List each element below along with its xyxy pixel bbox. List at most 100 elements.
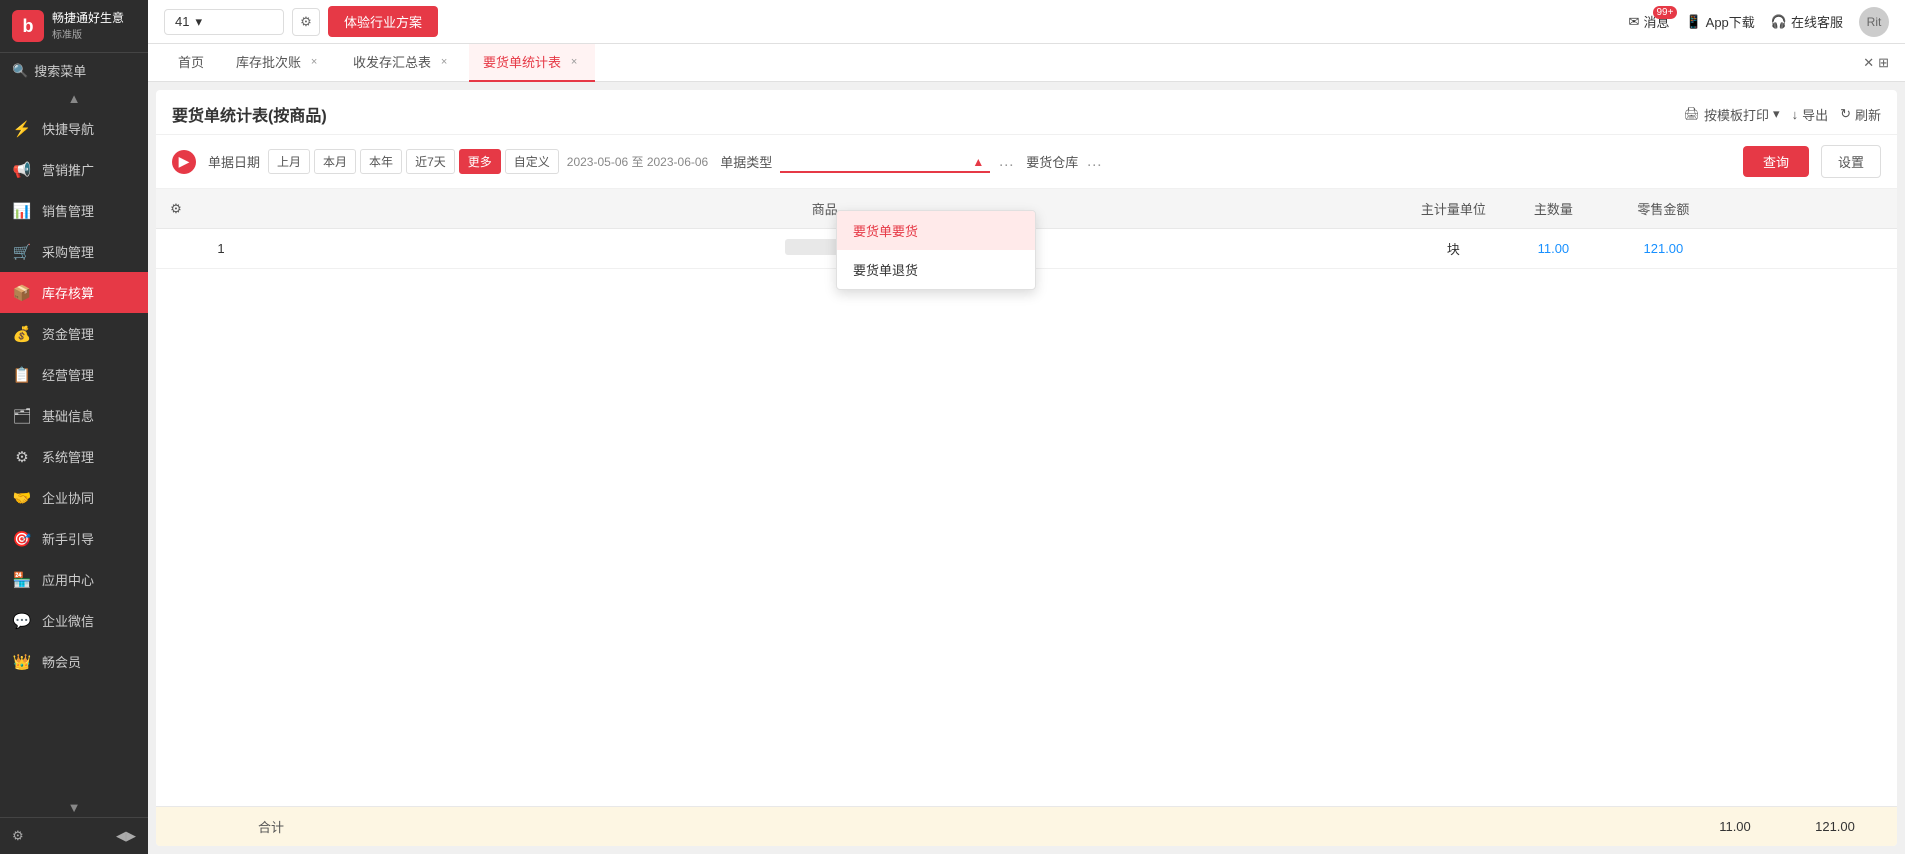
refresh-button[interactable]: ↻ 刷新 — [1840, 105, 1881, 124]
qty-link[interactable]: 11.00 — [1538, 241, 1570, 256]
date-btn-this-month[interactable]: 本月 — [314, 149, 356, 174]
menu-label-base: 基础信息 — [42, 406, 94, 425]
tab-collect-summary[interactable]: 收发存汇总表 × — [339, 44, 465, 82]
menu-icon-base: 🗂 — [12, 407, 32, 425]
table-settings-icon[interactable]: ⚙ — [170, 201, 182, 216]
print-dropdown-icon: ▾ — [1773, 106, 1780, 122]
col-settings-header: ⚙ — [156, 189, 196, 229]
avatar[interactable]: Rit — [1859, 7, 1889, 37]
tab-close-inventory-batch[interactable]: × — [307, 55, 321, 69]
menu-icon-marketing: 📢 — [12, 161, 32, 179]
collapse-icon[interactable]: ◀▶ — [116, 828, 136, 844]
sidebar-scroll-up[interactable]: ▲ — [0, 88, 148, 108]
menu-icon-system: ⚙ — [12, 448, 32, 466]
tab-home[interactable]: 首页 — [164, 44, 218, 82]
store-number: 41 — [175, 14, 189, 29]
menu-icon-enterprise: 🤝 — [12, 489, 32, 507]
footer-total-label: 合计 — [258, 817, 324, 836]
menu-icon-appstore: 🏪 — [12, 571, 32, 589]
date-btn-custom[interactable]: 自定义 — [505, 149, 559, 174]
tab-order-stat[interactable]: 要货单统计表 × — [469, 44, 595, 82]
tab-label-collect-summary: 收发存汇总表 — [353, 52, 431, 71]
sidebar-item-guide[interactable]: 🎯新手引导 — [0, 518, 148, 559]
message-icon: ✉ — [1629, 14, 1640, 30]
expand-tabs-icon: ⊞ — [1878, 55, 1889, 71]
date-filter-label: 单据日期 — [208, 152, 260, 171]
amount-link[interactable]: 121.00 — [1644, 241, 1684, 256]
sidebar-item-inventory[interactable]: 📦库存核算 — [0, 272, 148, 313]
filter-settings-button[interactable]: 设置 — [1821, 145, 1881, 178]
online-service-button[interactable]: 🎧 在线客服 — [1771, 12, 1843, 31]
sidebar-item-base[interactable]: 🗂 基础信息 — [0, 395, 148, 436]
menu-label-vip: 畅会员 — [42, 652, 81, 671]
refresh-label: 刷新 — [1855, 105, 1881, 124]
menu-icon-guide: 🎯 — [12, 530, 32, 548]
topbar-gear-button[interactable]: ⚙ — [292, 8, 320, 36]
query-button[interactable]: 查询 — [1743, 146, 1809, 177]
search-icon: 🔍 — [12, 63, 28, 79]
tab-label-order-stat: 要货单统计表 — [483, 52, 561, 71]
search-label: 搜索菜单 — [34, 61, 86, 80]
phone-icon: 📱 — [1685, 14, 1701, 30]
avatar-text: Rit — [1867, 15, 1882, 29]
warehouse-filter-label: 要货仓库 — [1026, 152, 1078, 171]
menu-label-quick-nav: 快捷导航 — [42, 119, 94, 138]
headset-icon: 🎧 — [1771, 14, 1787, 30]
sidebar-item-purchase[interactable]: 🛒采购管理 — [0, 231, 148, 272]
settings-icon[interactable]: ⚙ — [12, 828, 24, 844]
refresh-icon: ↻ — [1840, 106, 1851, 122]
filter-expand-button[interactable]: ▶ — [172, 150, 196, 174]
tab-inventory-batch[interactable]: 库存批次账 × — [222, 44, 335, 82]
date-btn-7days[interactable]: 近7天 — [406, 149, 455, 174]
app-download-button[interactable]: 📱 App下载 — [1685, 12, 1754, 31]
tab-close-order-stat[interactable]: × — [567, 55, 581, 69]
type-select-input[interactable] — [780, 150, 990, 173]
sidebar-item-vip[interactable]: 👑 畅会员 — [0, 641, 148, 682]
dropdown-item-order-in[interactable]: 要货单要货 — [837, 211, 1035, 250]
row-num-cell: 1 — [196, 229, 246, 269]
messages-button[interactable]: ✉ 消息 99+ — [1629, 12, 1670, 31]
page-title: 要货单统计表(按商品) — [172, 102, 327, 126]
sidebar-item-appstore[interactable]: 🏪应用中心 — [0, 559, 148, 600]
menu-icon-operation: 📋 — [12, 366, 32, 384]
date-btn-last-month[interactable]: 上月 — [268, 149, 310, 174]
menu-label-wechat: 企业微信 — [42, 611, 94, 630]
print-button[interactable]: 🖨 按模板打印 ▾ — [1684, 105, 1780, 124]
tabs-bar: 首页库存批次账 ×收发存汇总表 ×要货单统计表 × ✕ ⊞ — [148, 44, 1905, 82]
row-settings-cell — [156, 229, 196, 269]
tabs-close-all[interactable]: ✕ ⊞ — [1863, 55, 1889, 71]
sidebar-item-enterprise[interactable]: 🤝企业协同 — [0, 477, 148, 518]
type-select-wrapper: ▲ — [780, 150, 990, 173]
sidebar-scroll-down[interactable]: ▼ — [0, 797, 148, 817]
sidebar-item-operation[interactable]: 📋 经营管理 — [0, 354, 148, 395]
print-icon: 🖨 — [1684, 106, 1701, 122]
col-qty-header: 主数量 — [1503, 189, 1603, 229]
warehouse-more-button[interactable]: … — [1086, 153, 1102, 171]
trial-button[interactable]: 体验行业方案 — [328, 6, 438, 37]
close-all-icon: ✕ — [1863, 55, 1874, 71]
page-header: 要货单统计表(按商品) 🖨 按模板打印 ▾ ↓ 导出 ↻ 刷新 — [156, 90, 1897, 135]
menu-icon-inventory: 📦 — [12, 284, 32, 302]
date-btn-more[interactable]: 更多 — [459, 149, 501, 174]
logo-sub: 标准版 — [52, 26, 124, 41]
export-button[interactable]: ↓ 导出 — [1792, 105, 1829, 124]
menu-label-operation: 经营管理 — [42, 365, 94, 384]
sidebar-item-system[interactable]: ⚙系统管理 — [0, 436, 148, 477]
sidebar-item-finance[interactable]: 💰资金管理 — [0, 313, 148, 354]
export-label: 导出 — [1802, 105, 1828, 124]
menu-label-sales: 销售管理 — [42, 201, 94, 220]
store-selector[interactable]: 41 ▾ — [164, 9, 284, 35]
tab-close-collect-summary[interactable]: × — [437, 55, 451, 69]
sidebar-search[interactable]: 🔍 搜索菜单 — [0, 53, 148, 88]
dropdown-item-order-out[interactable]: 要货单退货 — [837, 250, 1035, 289]
export-icon: ↓ — [1792, 107, 1799, 122]
filter-area: ▶ 单据日期 上月 本月 本年 近7天 更多 自定义 2023-05-06 至 … — [156, 135, 1897, 189]
page-actions: 🖨 按模板打印 ▾ ↓ 导出 ↻ 刷新 — [1684, 105, 1882, 124]
menu-icon-vip: 👑 — [12, 653, 32, 671]
sidebar-item-wechat[interactable]: 💬企业微信 — [0, 600, 148, 641]
sidebar-item-marketing[interactable]: 📢营销推广 — [0, 149, 148, 190]
date-btn-this-year[interactable]: 本年 — [360, 149, 402, 174]
sidebar-item-sales[interactable]: 📊销售管理 — [0, 190, 148, 231]
filter-more-button[interactable]: … — [998, 153, 1014, 171]
sidebar-item-quick-nav[interactable]: ⚡快捷导航 — [0, 108, 148, 149]
